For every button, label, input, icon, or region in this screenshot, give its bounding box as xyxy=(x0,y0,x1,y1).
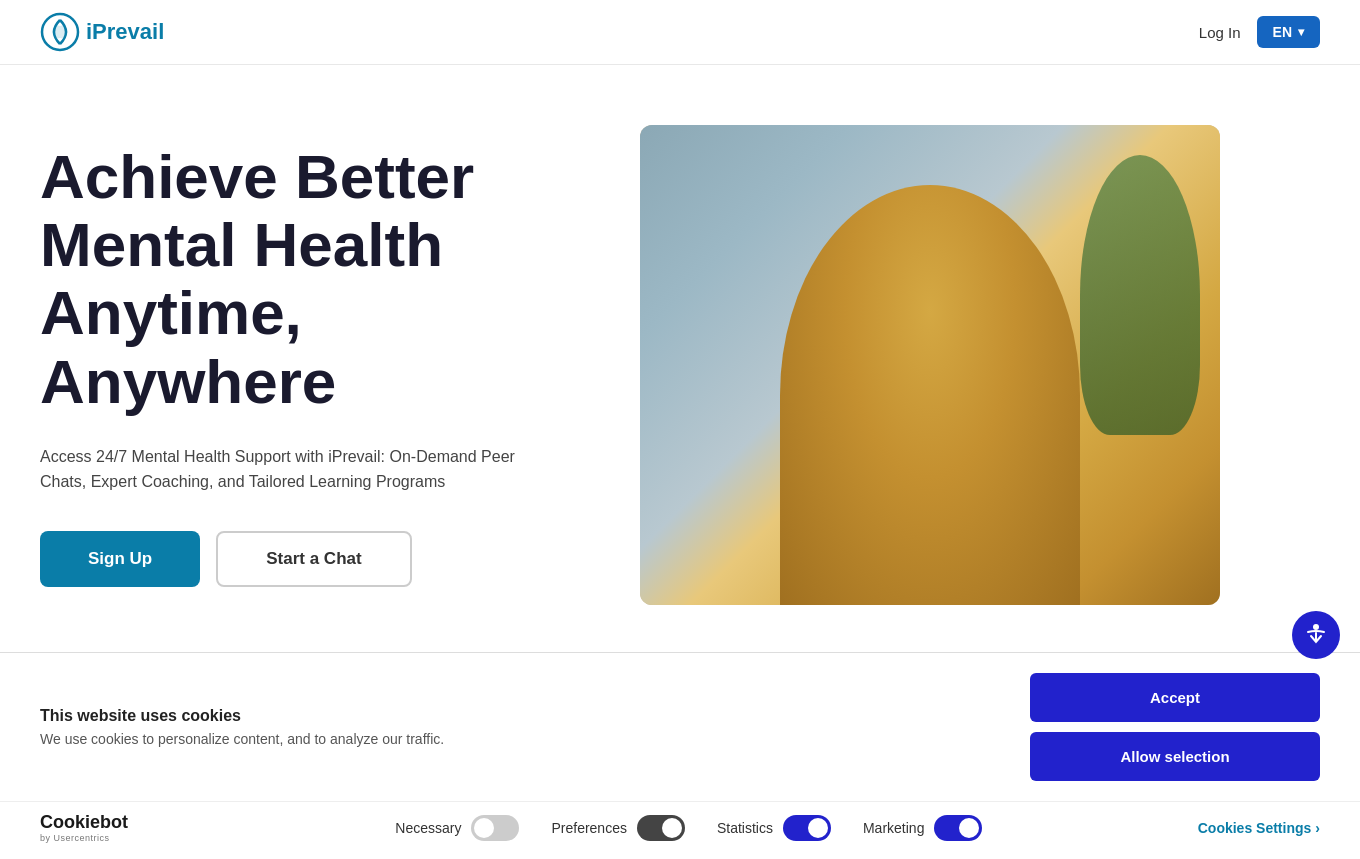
login-link[interactable]: Log In xyxy=(1199,24,1241,41)
hero-image xyxy=(640,125,1220,605)
header-nav: Log In EN ▾ xyxy=(1199,16,1320,48)
main-content: Achieve Better Mental Health Anytime, An… xyxy=(0,65,1360,665)
site-header: iPrevail Log In EN ▾ xyxy=(0,0,1360,65)
hero-text-section: Achieve Better Mental Health Anytime, An… xyxy=(40,143,600,587)
hero-subtitle: Access 24/7 Mental Health Support with i… xyxy=(40,444,520,495)
cookie-top-section: This website uses cookies We use cookies… xyxy=(0,653,1360,665)
logo-text: iPrevail xyxy=(86,19,164,45)
svg-point-1 xyxy=(1313,624,1319,630)
cookie-banner: This website uses cookies We use cookies… xyxy=(0,652,1360,665)
start-chat-button[interactable]: Start a Chat xyxy=(216,531,411,587)
accessibility-button[interactable] xyxy=(1292,611,1340,659)
hero-image-inner xyxy=(640,125,1220,605)
hero-buttons: Sign Up Start a Chat xyxy=(40,531,600,587)
chevron-down-icon: ▾ xyxy=(1298,25,1304,39)
hero-title: Achieve Better Mental Health Anytime, An… xyxy=(40,143,600,416)
logo-icon xyxy=(40,12,80,52)
signup-button[interactable]: Sign Up xyxy=(40,531,200,587)
logo[interactable]: iPrevail xyxy=(40,12,164,52)
hero-image-section xyxy=(640,125,1220,605)
language-selector[interactable]: EN ▾ xyxy=(1257,16,1320,48)
accessibility-icon xyxy=(1303,622,1329,648)
